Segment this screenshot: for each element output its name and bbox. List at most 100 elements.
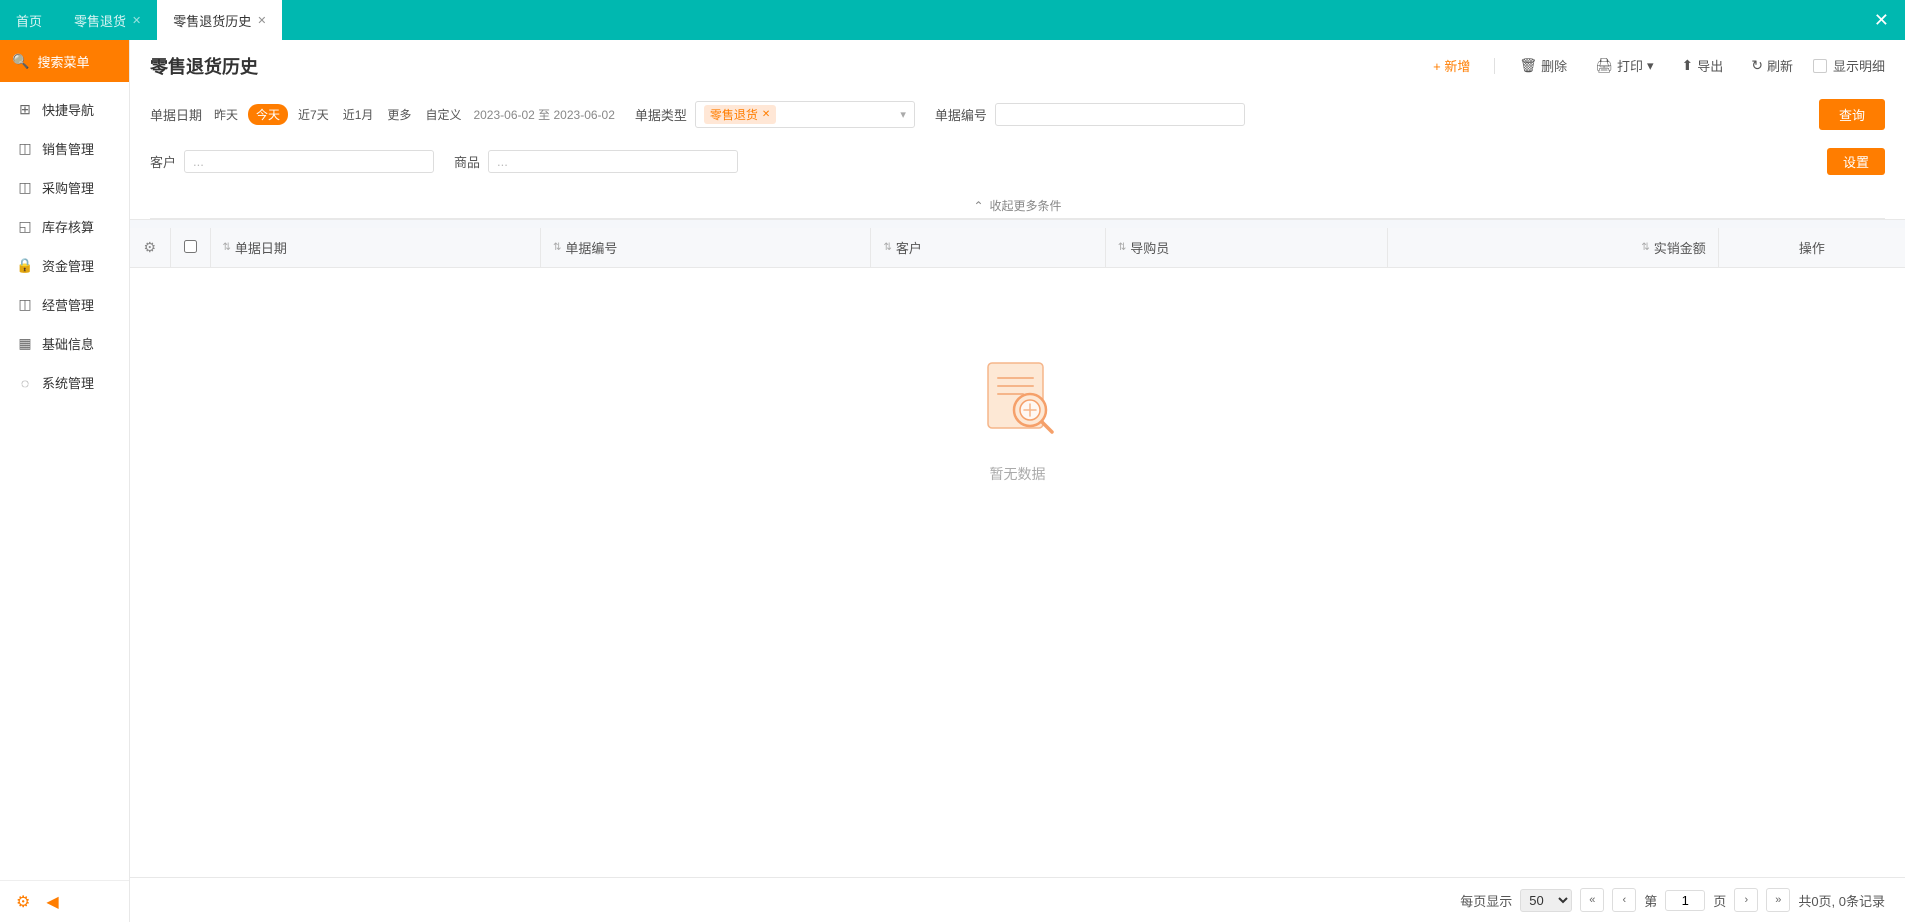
empty-state: 暂无数据 [130, 268, 1905, 564]
goods-filter-group: 商品 [454, 150, 738, 173]
query-button[interactable]: 查询 [1819, 99, 1885, 130]
th-action: 操作 [1718, 228, 1905, 268]
tab-retail-return[interactable]: 零售退货 ✕ [58, 0, 157, 40]
number-filter-input[interactable] [995, 103, 1245, 126]
tab-retail-return-history-close[interactable]: ✕ [257, 14, 266, 27]
refresh-button-label: 刷新 [1767, 56, 1793, 75]
number-filter-group: 单据编号 [935, 103, 1245, 126]
goods-filter-input[interactable] [488, 150, 738, 173]
table-header-row: ⚙ ⇅ 单据日期 ⇅ [130, 228, 1905, 268]
table-select-all[interactable] [184, 240, 197, 253]
th-amount-label: 实销金额 [1654, 238, 1706, 257]
th-sort-customer-icon[interactable]: ⇅ [883, 242, 891, 253]
system-mgmt-icon: ◌ [16, 374, 34, 392]
delete-button-label: 删除 [1541, 56, 1567, 75]
customer-filter-input[interactable] [184, 150, 434, 173]
sidebar-item-operation-label: 经营管理 [42, 295, 94, 314]
empty-icon [968, 348, 1068, 448]
main-layout: 🔍 搜索菜单 ⊞ 快捷导航 ◫ 销售管理 ◫ 采购管理 ◱ 库存核算 🔒 资金 [0, 40, 1905, 922]
th-amount: ⇅ 实销金额 [1388, 228, 1718, 268]
th-guide: ⇅ 导购员 [1105, 228, 1387, 268]
sidebar-item-purchase-mgmt[interactable]: ◫ 采购管理 [0, 168, 129, 207]
table-wrapper: ⚙ ⇅ 单据日期 ⇅ [130, 228, 1905, 877]
th-customer-label: 客户 [896, 238, 922, 257]
export-button[interactable]: ⬆ 导出 [1673, 52, 1731, 79]
th-sort-amount-icon[interactable]: ⇅ [1641, 242, 1649, 253]
th-guide-label: 导购员 [1130, 238, 1169, 257]
sidebar-item-basic-info[interactable]: ▦ 基础信息 [0, 324, 129, 363]
total-info: 共0页, 0条记录 [1798, 891, 1885, 910]
date-option-1month[interactable]: 近1月 [339, 104, 378, 125]
date-options: 昨天 今天 近7天 近1月 更多 自定义 [210, 104, 465, 125]
settings-icon[interactable]: ⚙ [16, 892, 30, 912]
prev-page-button[interactable]: ‹ [1612, 888, 1636, 912]
empty-state-row: 暂无数据 [130, 268, 1905, 565]
print-dropdown-icon[interactable]: ▾ [1647, 58, 1654, 74]
page-title: 零售退货历史 [150, 53, 258, 79]
show-detail-checkbox[interactable]: 显示明细 [1813, 56, 1885, 75]
date-option-more[interactable]: 更多 [383, 104, 415, 125]
th-sort-date-icon[interactable]: ⇅ [223, 242, 231, 253]
new-button[interactable]: + 新增 [1425, 52, 1478, 79]
inventory-icon: ◱ [16, 218, 34, 236]
tab-retail-return-close[interactable]: ✕ [132, 14, 141, 27]
table-settings-icon[interactable]: ⚙ [143, 239, 156, 255]
collapse-sidebar-icon[interactable]: ◀ [46, 892, 58, 912]
tab-retail-return-history[interactable]: 零售退货历史 ✕ [157, 0, 282, 40]
sidebar-item-system-mgmt[interactable]: ◌ 系统管理 [0, 363, 129, 402]
page-number-input[interactable] [1665, 890, 1705, 911]
th-sort-guide-icon[interactable]: ⇅ [1118, 242, 1126, 253]
filter-row-1: 单据日期 昨天 今天 近7天 近1月 更多 自定义 2023-06-02 至 2… [150, 89, 1885, 138]
search-icon: 🔍 [12, 53, 29, 70]
prev-page-icon: ‹ [1622, 894, 1626, 906]
type-filter-select[interactable]: 零售退货 ✕ ▾ [695, 101, 915, 128]
data-table: ⚙ ⇅ 单据日期 ⇅ [130, 228, 1905, 564]
content-area: 零售退货历史 + 新增 🗑 删除 🖨 打印 ▾ [130, 40, 1905, 922]
sidebar-item-basic-info-label: 基础信息 [42, 334, 94, 353]
next-page-button[interactable]: › [1734, 888, 1758, 912]
type-filter-label: 单据类型 [635, 105, 687, 124]
sidebar-item-sales-mgmt[interactable]: ◫ 销售管理 [0, 129, 129, 168]
last-page-button[interactable]: » [1766, 888, 1790, 912]
collapse-bar[interactable]: ⌃ 收起更多条件 [150, 193, 1885, 218]
page-size-select[interactable]: 50 10 20 100 [1520, 889, 1572, 912]
table-body: 暂无数据 [130, 268, 1905, 565]
sidebar-item-operation[interactable]: ◫ 经营管理 [0, 285, 129, 324]
date-option-yesterday[interactable]: 昨天 [210, 104, 242, 125]
sidebar-item-finance[interactable]: 🔒 资金管理 [0, 246, 129, 285]
window-close-button[interactable]: ✕ [1874, 11, 1889, 29]
new-button-label: + 新增 [1433, 56, 1470, 75]
date-option-7days[interactable]: 近7天 [294, 104, 333, 125]
type-filter-remove[interactable]: ✕ [762, 109, 770, 120]
print-button[interactable]: 🖨 打印 ▾ [1587, 52, 1661, 79]
basic-info-icon: ▦ [16, 335, 34, 353]
customer-filter-group: 客户 [150, 150, 434, 173]
th-number: ⇅ 单据编号 [540, 228, 870, 268]
type-filter-value: 零售退货 [710, 106, 758, 123]
top-bar-right: ✕ [1874, 11, 1905, 29]
delete-button[interactable]: 🗑 删除 [1511, 52, 1575, 79]
date-filter-label: 单据日期 [150, 105, 202, 124]
date-option-custom[interactable]: 自定义 [421, 104, 465, 125]
date-option-today[interactable]: 今天 [248, 104, 288, 125]
finance-icon: 🔒 [16, 257, 34, 275]
tab-home[interactable]: 首页 [0, 0, 58, 40]
page-label: 第 [1644, 891, 1657, 910]
show-detail-checkbox-box [1813, 59, 1827, 73]
filter-row-2: 客户 商品 设置 [150, 148, 1885, 183]
sidebar-search[interactable]: 🔍 搜索菜单 [0, 40, 129, 82]
divider-1 [1494, 58, 1495, 74]
sidebar-search-text: 搜索菜单 [37, 52, 89, 71]
sidebar-item-purchase-label: 采购管理 [42, 178, 94, 197]
show-detail-label: 显示明细 [1833, 56, 1885, 75]
settings-button[interactable]: 设置 [1827, 148, 1885, 175]
sidebar-item-quick-nav[interactable]: ⊞ 快捷导航 [0, 90, 129, 129]
th-date: ⇅ 单据日期 [210, 228, 540, 268]
top-bar: 首页 零售退货 ✕ 零售退货历史 ✕ ✕ [0, 0, 1905, 40]
export-button-label: 导出 [1697, 56, 1723, 75]
refresh-button[interactable]: ↻ 刷新 [1743, 52, 1801, 79]
first-page-button[interactable]: « [1580, 888, 1604, 912]
th-sort-number-icon[interactable]: ⇅ [553, 242, 561, 253]
sidebar-item-inventory[interactable]: ◱ 库存核算 [0, 207, 129, 246]
customer-filter-label: 客户 [150, 152, 176, 171]
